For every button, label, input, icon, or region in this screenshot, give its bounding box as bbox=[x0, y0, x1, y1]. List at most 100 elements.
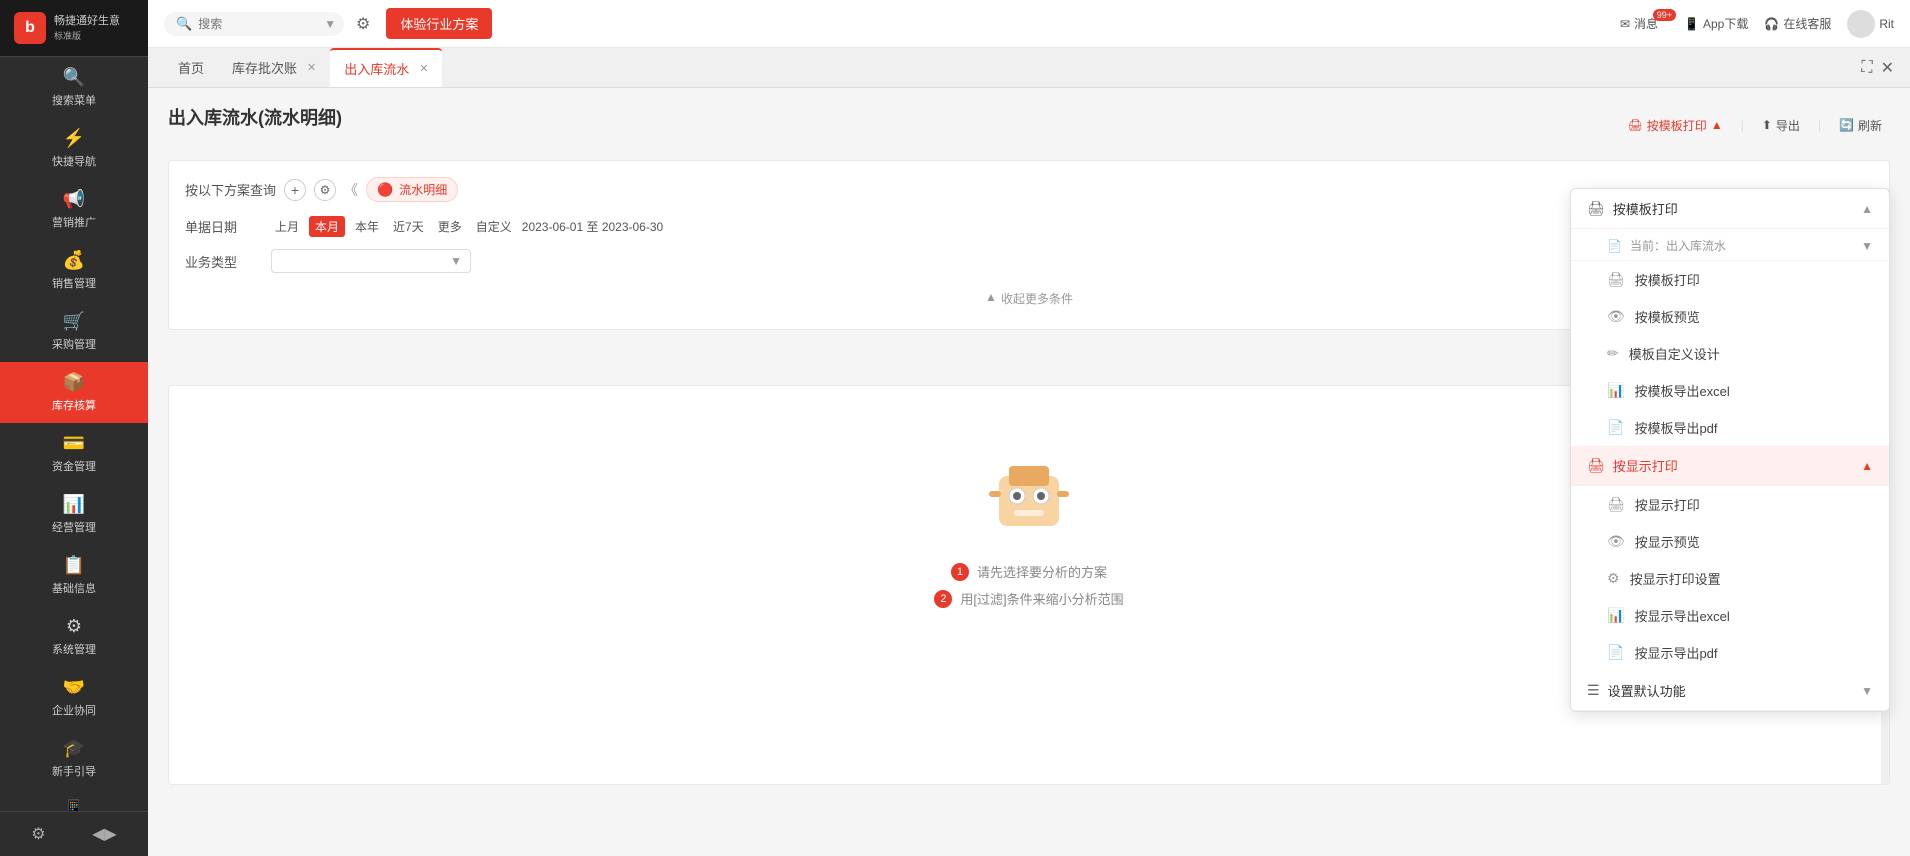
template-print-item-label: 按模板打印 bbox=[1635, 270, 1700, 289]
step-1-num: 1 bbox=[951, 563, 969, 581]
sidebar-item-search-menu[interactable]: 🔍 搜索菜单 bbox=[0, 57, 148, 118]
business-type-select[interactable]: ▼ bbox=[271, 249, 471, 273]
dropdown-item-display-excel[interactable]: 📊 按显示导出excel bbox=[1571, 597, 1889, 634]
dropdown-item-display-pdf[interactable]: 📄 按显示导出pdf bbox=[1571, 634, 1889, 671]
template-preview-item-icon: 👁 bbox=[1607, 308, 1625, 325]
filter-setting-btn[interactable]: ⚙ bbox=[314, 179, 336, 201]
template-custom-item-icon: ✏ bbox=[1607, 345, 1619, 362]
dropdown-item-template-pdf[interactable]: 📄 按模板导出pdf bbox=[1571, 409, 1889, 446]
message-btn[interactable]: ✉ 消息 99+ bbox=[1620, 15, 1668, 32]
dropdown-item-display-print[interactable]: 🖨 按显示打印 bbox=[1571, 486, 1889, 523]
search-input[interactable] bbox=[198, 17, 318, 31]
sales-icon: 💰 bbox=[63, 250, 85, 271]
step-1-text: 请先选择要分析的方案 bbox=[977, 562, 1107, 581]
display-section-arrow-icon: ▲ bbox=[1861, 459, 1873, 473]
logo-icon: b bbox=[14, 12, 46, 44]
print-dropdown-panel: 🖨 按模板打印 ▲ 📄 当前：出入库流水 ▼ 🖨 按模板打印 bbox=[1570, 188, 1890, 712]
sidebar-item-sales[interactable]: 💰 销售管理 bbox=[0, 240, 148, 301]
sidebar-item-system[interactable]: ⚙ 系统管理 bbox=[0, 606, 148, 667]
sidebar-item-purchase[interactable]: 🛒 采购管理 bbox=[0, 301, 148, 362]
display-excel-item-icon: 📊 bbox=[1607, 607, 1624, 624]
date-shortcut-custom[interactable]: 自定义 bbox=[472, 216, 516, 237]
display-print-section-left: 🖨 按显示打印 bbox=[1587, 456, 1678, 475]
purchase-icon: 🛒 bbox=[63, 311, 85, 332]
template-print-btn[interactable]: 🖨 按模板打印 ▲ bbox=[1620, 113, 1731, 138]
current-template-arrow-icon: ▼ bbox=[1861, 239, 1873, 253]
refresh-btn[interactable]: 🔄 刷新 bbox=[1831, 113, 1890, 138]
app-badge: 标准版 bbox=[54, 29, 120, 42]
message-icon: ✉ bbox=[1620, 17, 1630, 31]
message-badge: 99+ bbox=[1653, 9, 1676, 21]
tab-maximize-btn[interactable]: ⛶ bbox=[1861, 59, 1872, 77]
date-shortcut-this-year[interactable]: 本年 bbox=[351, 216, 383, 237]
search-dropdown-icon[interactable]: ▼ bbox=[324, 17, 336, 31]
tab-inout-flow[interactable]: 出入库流水 ✕ bbox=[330, 48, 442, 87]
sidebar-item-inventory[interactable]: 📦 库存核算 bbox=[0, 362, 148, 423]
username: Rit bbox=[1879, 17, 1894, 31]
display-print-section-header[interactable]: 🖨 按显示打印 ▲ bbox=[1571, 446, 1889, 486]
filter-collapse-btn[interactable]: 《 bbox=[344, 180, 358, 200]
business-type-arrow-icon: ▼ bbox=[450, 254, 462, 268]
sidebar-item-operations[interactable]: 📊 经营管理 bbox=[0, 484, 148, 545]
trial-btn[interactable]: 体验行业方案 bbox=[386, 8, 492, 39]
topbar-settings-icon[interactable]: ⚙ bbox=[356, 14, 370, 34]
export-btn[interactable]: ⬆ 导出 bbox=[1754, 113, 1808, 138]
dropdown-item-display-print-settings[interactable]: ⚙ 按显示打印设置 bbox=[1571, 560, 1889, 597]
marketing-icon: 📢 bbox=[63, 189, 85, 210]
sidebar-item-finance[interactable]: 💳 资金管理 bbox=[0, 423, 148, 484]
sidebar-item-beginner[interactable]: 🎓 新手引导 bbox=[0, 728, 148, 789]
dropdown-item-template-preview[interactable]: 👁 按模板预览 bbox=[1571, 298, 1889, 335]
date-shortcut-last-month[interactable]: 上月 bbox=[271, 216, 303, 237]
tab-inout-flow-label: 出入库流水 bbox=[344, 59, 409, 78]
dropdown-item-template-print[interactable]: 🖨 按模板打印 bbox=[1571, 261, 1889, 298]
inventory-icon: 📦 bbox=[63, 372, 85, 393]
empty-step-2: 2 用[过滤]条件来缩小分析范围 bbox=[934, 589, 1123, 608]
empty-step-1: 1 请先选择要分析的方案 bbox=[951, 562, 1107, 581]
dropdown-item-display-preview[interactable]: 👁 按显示预览 bbox=[1571, 523, 1889, 560]
sidebar-item-app-center[interactable]: 📱 应用中心 bbox=[0, 789, 148, 811]
print-dropdown-expand-icon: ▲ bbox=[1711, 118, 1723, 132]
template-pdf-item-icon: 📄 bbox=[1607, 419, 1624, 436]
online-service-btn[interactable]: 🎧 在线客服 bbox=[1764, 15, 1831, 32]
sidebar-item-marketing[interactable]: 📢 营销推广 bbox=[0, 179, 148, 240]
app-center-icon: 📱 bbox=[63, 799, 85, 811]
sidebar-item-label: 营销推广 bbox=[52, 214, 96, 230]
dropdown-item-template-excel[interactable]: 📊 按模板导出excel bbox=[1571, 372, 1889, 409]
app-name: 畅捷通好生意 bbox=[54, 14, 120, 29]
user-avatar-area[interactable]: Rit bbox=[1847, 10, 1894, 38]
filter-add-btn[interactable]: + bbox=[284, 179, 306, 201]
template-print-section-header[interactable]: 🖨 按模板打印 ▲ bbox=[1571, 189, 1889, 229]
current-template-icon: 📄 bbox=[1607, 239, 1622, 253]
enterprise-icon: 🤝 bbox=[63, 677, 85, 698]
tab-close-all-btn[interactable]: ✕ bbox=[1881, 58, 1894, 78]
settings-gear-icon[interactable]: ⚙ bbox=[31, 824, 45, 844]
tab-home[interactable]: 首页 bbox=[164, 48, 218, 87]
export-label: 导出 bbox=[1776, 117, 1800, 134]
service-icon: 🎧 bbox=[1764, 17, 1779, 31]
template-section-arrow-icon: ▲ bbox=[1861, 202, 1873, 216]
filter-title: 按以下方案查询 bbox=[185, 180, 276, 199]
collapse-sidebar-icon[interactable]: ◀▶ bbox=[92, 824, 117, 844]
display-pdf-item-icon: 📄 bbox=[1607, 644, 1624, 661]
tab-home-label: 首页 bbox=[178, 58, 204, 77]
date-shortcut-more[interactable]: 更多 bbox=[434, 216, 466, 237]
sidebar-item-enterprise[interactable]: 🤝 企业协同 bbox=[0, 667, 148, 728]
template-print-section-title: 按模板打印 bbox=[1613, 199, 1678, 218]
app-download-btn[interactable]: 📱 App下载 bbox=[1684, 15, 1748, 32]
default-function-section-header[interactable]: ☰ 设置默认功能 ▼ bbox=[1571, 671, 1889, 711]
template-print-section-left: 🖨 按模板打印 bbox=[1587, 199, 1678, 218]
collapse-up-icon: ▲ bbox=[985, 290, 997, 307]
dropdown-item-template-custom[interactable]: ✏ 模板自定义设计 bbox=[1571, 335, 1889, 372]
date-shortcut-this-month[interactable]: 本月 bbox=[309, 216, 345, 237]
date-label: 单据日期 bbox=[185, 217, 255, 236]
date-shortcut-7days[interactable]: 近7天 bbox=[389, 216, 428, 237]
sidebar-item-quick-nav[interactable]: ⚡ 快捷导航 bbox=[0, 118, 148, 179]
search-box[interactable]: 🔍 ▼ bbox=[164, 12, 344, 36]
tab-inout-flow-close-icon[interactable]: ✕ bbox=[419, 62, 428, 75]
default-function-title: 设置默认功能 bbox=[1608, 681, 1686, 700]
display-preview-item-label: 按显示预览 bbox=[1635, 532, 1700, 551]
sidebar-item-basic-info[interactable]: 📋 基础信息 bbox=[0, 545, 148, 606]
tab-batch-account-close-icon[interactable]: ✕ bbox=[307, 61, 316, 74]
display-print-settings-item-icon: ⚙ bbox=[1607, 570, 1620, 587]
tab-batch-account[interactable]: 库存批次账 ✕ bbox=[218, 48, 330, 87]
